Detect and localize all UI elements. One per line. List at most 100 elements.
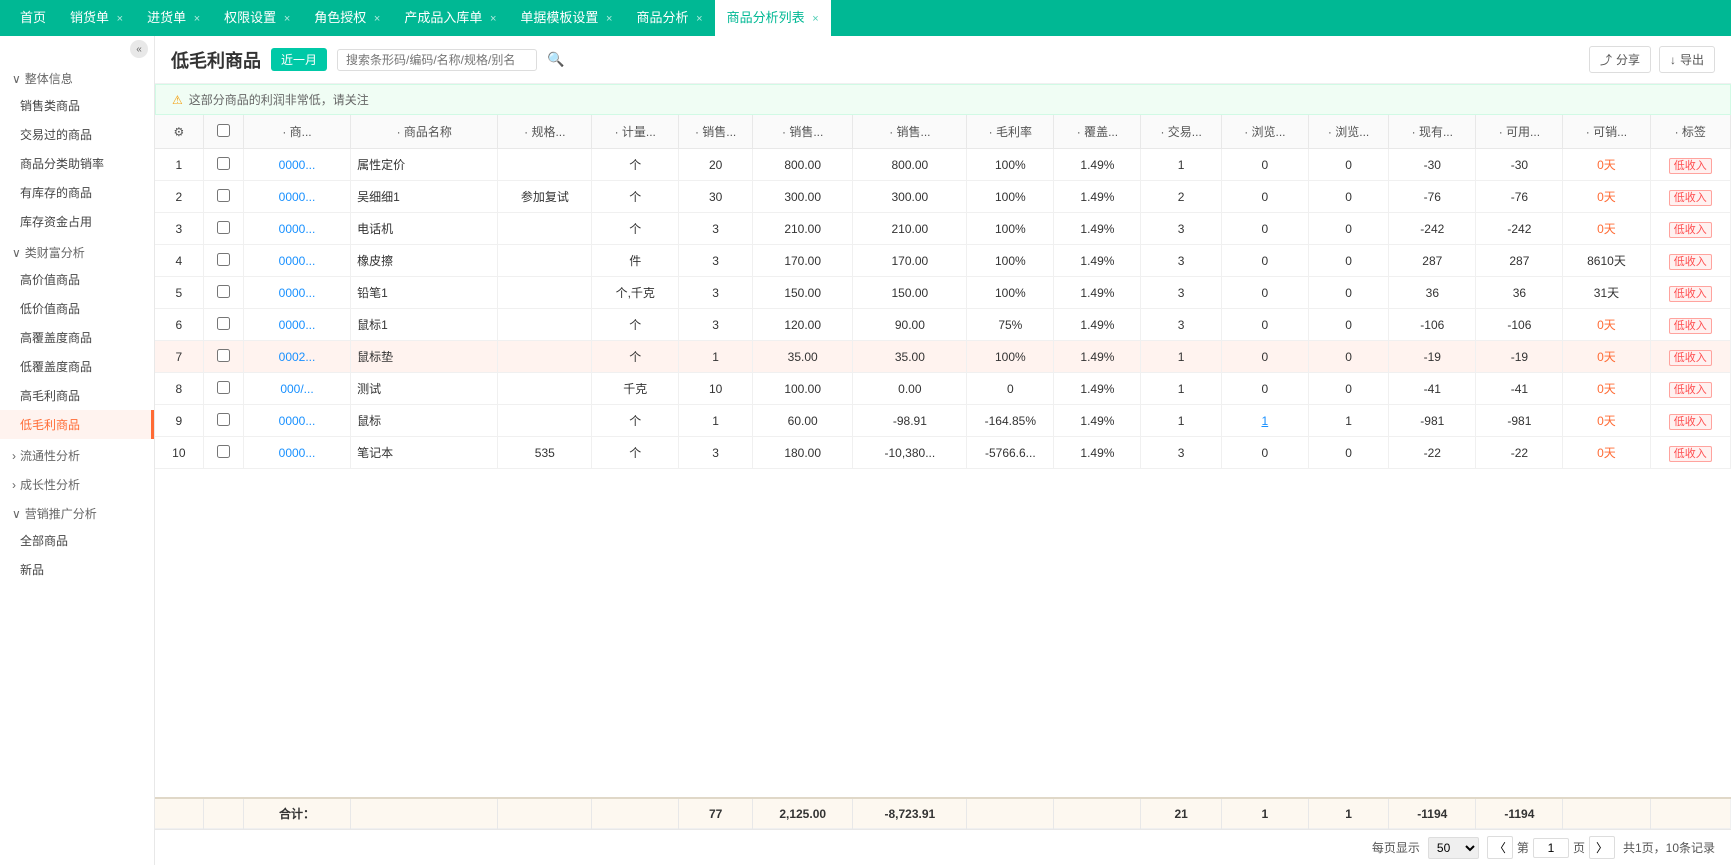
sidebar-group-growth[interactable]: › 成长性分析 [0,468,154,497]
close-icon[interactable]: × [696,13,702,25]
col-trade[interactable]: · 交易... [1141,115,1221,149]
nav-roles[interactable]: 角色授权 × [302,0,392,36]
col-checkbox[interactable] [203,115,243,149]
cell-browse1[interactable]: 1 [1221,405,1308,437]
nav-sales[interactable]: 销货单 × [58,0,135,36]
cell-spec [498,341,592,373]
cell-price: 210.00 [752,213,852,245]
share-button[interactable]: ⤴ 分享 [1589,46,1651,73]
cell-tag: 低收入 [1650,245,1730,277]
sidebar-item-all-products[interactable]: 全部商品 [0,526,154,555]
cell-gross: 1.49% [1054,181,1141,213]
col-browse1[interactable]: · 浏览... [1221,115,1308,149]
nav-purchase[interactable]: 进货单 × [135,0,212,36]
main-layout: « ∨ 整体信息 销售类商品 交易过的商品 商品分类助销率 有库存的商品 库存资… [0,36,1731,865]
collapse-sidebar-button[interactable]: « [130,40,148,58]
cell-checkbox[interactable] [203,373,243,405]
sidebar-item-low-margin[interactable]: 低毛利商品 [0,410,154,439]
cell-unit: 个,千克 [592,277,679,309]
sidebar-group-wealth[interactable]: ∨ 类财富分析 [0,236,154,265]
prev-page-button[interactable]: 〈 [1487,836,1513,859]
close-icon[interactable]: × [284,13,290,25]
cell-spec [498,213,592,245]
table-row: 1 0000... 属性定价 个 20 800.00 800.00 100% 1… [155,149,1731,181]
close-icon[interactable]: × [812,13,818,25]
sidebar-item-high-value[interactable]: 高价值商品 [0,265,154,294]
close-icon[interactable]: × [374,13,380,25]
sidebar-item-new-products[interactable]: 新品 [0,555,154,584]
col-name[interactable]: · 商品名称 [351,115,498,149]
cell-browse1: 0 [1221,149,1308,181]
cell-spec [498,373,592,405]
cell-checkbox[interactable] [203,437,243,469]
col-settings[interactable]: ⚙ [155,115,203,149]
sidebar-group-marketing[interactable]: ∨ 营销推广分析 [0,497,154,526]
cell-stock: -106 [1389,309,1476,341]
filter-recent-month-button[interactable]: 近一月 [271,48,327,71]
close-icon[interactable]: × [194,13,200,25]
sidebar-item-low-value[interactable]: 低价值商品 [0,294,154,323]
cell-checkbox[interactable] [203,341,243,373]
col-browse2[interactable]: · 浏览... [1308,115,1388,149]
cell-checkbox[interactable] [203,245,243,277]
export-button[interactable]: ↓ 导出 [1659,46,1715,73]
col-stock[interactable]: · 现有... [1389,115,1476,149]
cell-available: 36 [1476,277,1563,309]
cell-checkbox[interactable] [203,181,243,213]
cell-row-num: 2 [155,181,203,213]
nav-home[interactable]: 首页 [8,0,58,36]
cell-checkbox[interactable] [203,149,243,181]
sidebar-item-low-coverage[interactable]: 低覆盖度商品 [0,352,154,381]
search-icon[interactable]: 🔍 [547,51,564,68]
col-saleable[interactable]: · 可销... [1563,115,1650,149]
cell-checkbox[interactable] [203,405,243,437]
sidebar-item-sales-products[interactable]: 销售类商品 [0,91,154,120]
cell-browse1: 0 [1221,437,1308,469]
col-code[interactable]: · 商... [243,115,350,149]
col-coverage[interactable]: · 覆盖... [1054,115,1141,149]
sidebar-item-traded-products[interactable]: 交易过的商品 [0,120,154,149]
sidebar-item-high-coverage[interactable]: 高覆盖度商品 [0,323,154,352]
cell-checkbox[interactable] [203,277,243,309]
per-page-label: 每页显示 [1372,839,1420,856]
col-sales-amt[interactable]: · 销售... [853,115,967,149]
cell-checkbox[interactable] [203,213,243,245]
close-icon[interactable]: × [117,13,123,25]
nav-permissions[interactable]: 权限设置 × [212,0,302,36]
nav-product-analysis[interactable]: 商品分析 × [624,0,714,36]
cell-code: 0002... [243,341,350,373]
cell-checkbox[interactable] [203,309,243,341]
nav-template[interactable]: 单据模板设置 × [508,0,624,36]
close-icon[interactable]: × [606,13,612,25]
cell-code: 000/... [243,373,350,405]
cell-row-num: 3 [155,213,203,245]
select-all-checkbox[interactable] [217,124,230,137]
page-number-input[interactable] [1533,838,1569,858]
header-actions: ⤴ 分享 ↓ 导出 [1589,46,1715,73]
close-icon[interactable]: × [490,13,496,25]
next-page-button[interactable]: 〉 [1589,836,1615,859]
per-page-select[interactable]: 50 100 200 [1428,837,1479,859]
col-spec[interactable]: · 规格... [498,115,592,149]
sidebar-group-liquidity[interactable]: › 流通性分析 [0,439,154,468]
search-input[interactable] [337,49,537,71]
cell-row-num: 1 [155,149,203,181]
col-available[interactable]: · 可用... [1476,115,1563,149]
cell-gross: 1.49% [1054,245,1141,277]
sidebar-item-stock-capital[interactable]: 库存资金占用 [0,207,154,236]
cell-qty: 3 [679,309,753,341]
cell-sales: -98.91 [853,405,967,437]
sidebar-group-overall[interactable]: ∨ 整体信息 [0,62,154,91]
col-tag[interactable]: · 标签 [1650,115,1730,149]
cell-unit: 个 [592,405,679,437]
nav-product-entry[interactable]: 产成品入库单 × [392,0,508,36]
col-gross[interactable]: · 毛利率 [967,115,1054,149]
col-price[interactable]: · 销售... [752,115,852,149]
sidebar-item-stocked-products[interactable]: 有库存的商品 [0,178,154,207]
col-qty[interactable]: · 销售... [679,115,753,149]
cell-stock: 36 [1389,277,1476,309]
sidebar-item-category-sales[interactable]: 商品分类助销率 [0,149,154,178]
sidebar-item-high-margin[interactable]: 高毛利商品 [0,381,154,410]
col-unit[interactable]: · 计量... [592,115,679,149]
nav-product-analysis-list[interactable]: 商品分析列表 × [715,0,831,36]
